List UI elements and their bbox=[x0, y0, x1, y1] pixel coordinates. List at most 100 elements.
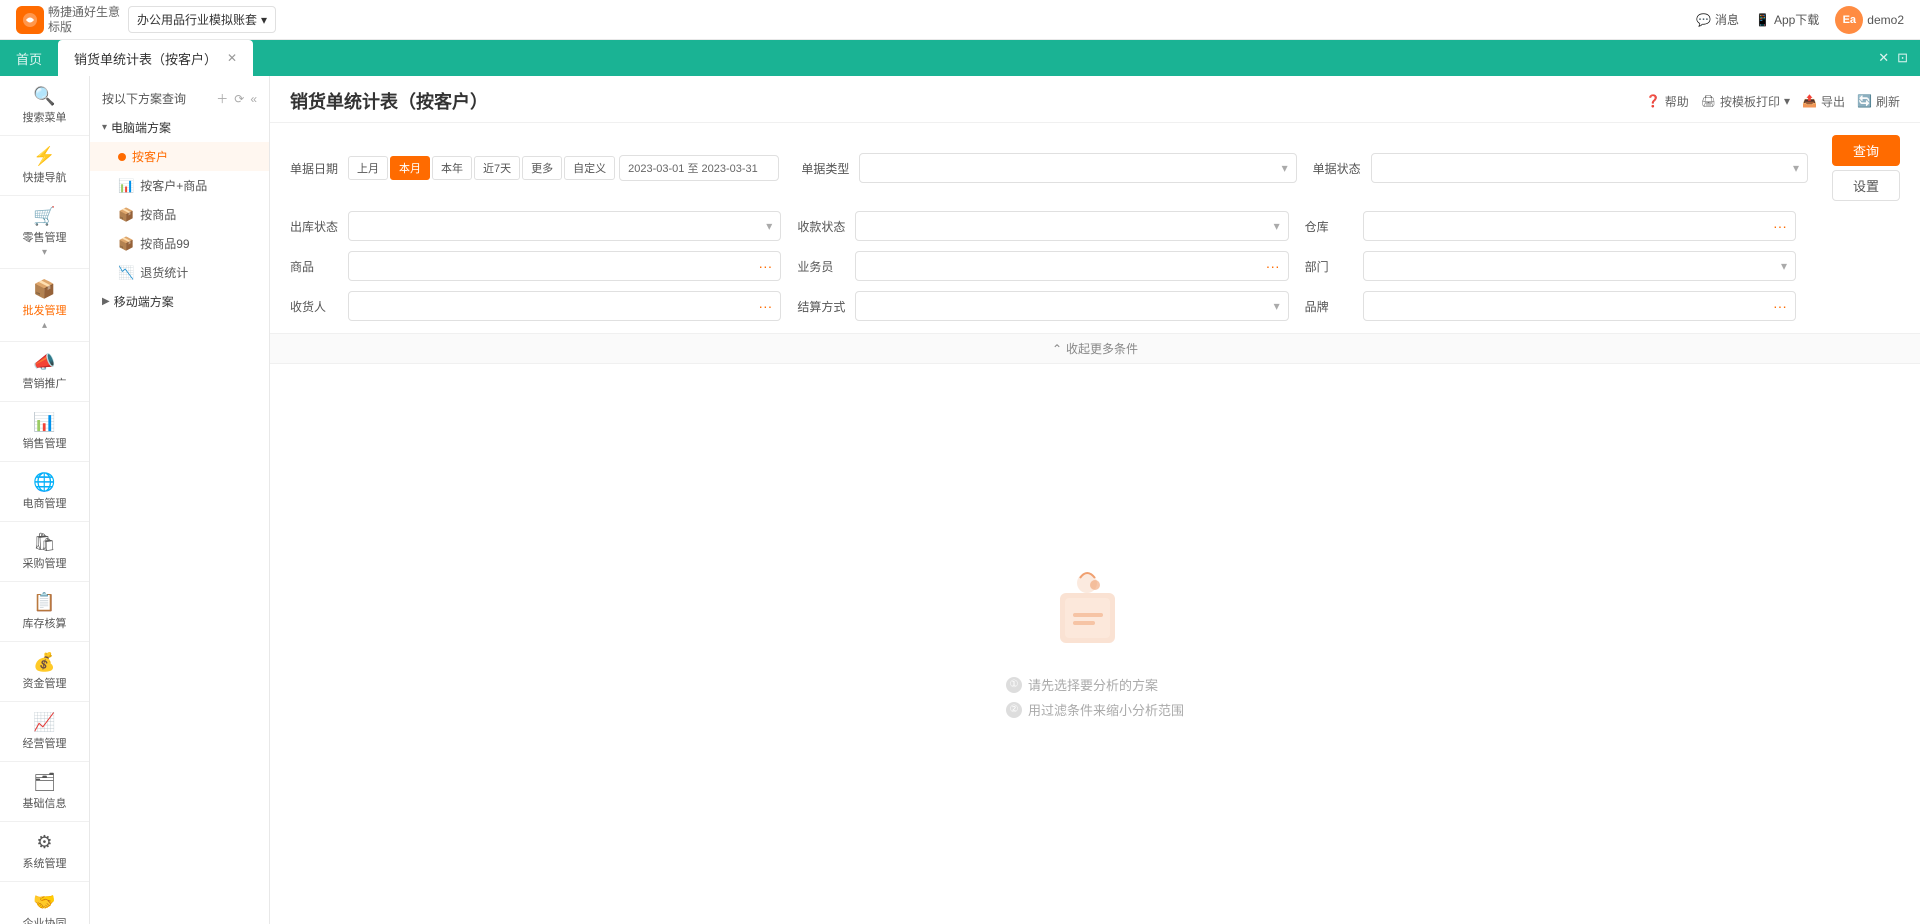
avatar: Ea bbox=[1835, 6, 1863, 34]
filter-settlement: 结算方式 bbox=[797, 291, 1288, 321]
recv-status-select[interactable] bbox=[855, 211, 1288, 241]
date-last7-btn[interactable]: 近7天 bbox=[474, 156, 520, 180]
brand-input[interactable] bbox=[1363, 291, 1796, 321]
help-button[interactable]: ❓ 帮助 bbox=[1646, 93, 1689, 110]
empty-hint-2: ② 用过滤条件来缩小分析范围 bbox=[1006, 700, 1184, 719]
action-buttons: 查询 设置 bbox=[1832, 135, 1900, 201]
refresh-scheme-button[interactable]: ⟳ bbox=[234, 92, 244, 106]
biz-icon: 📈 bbox=[33, 712, 55, 733]
retail-icon: 🛒 bbox=[33, 206, 55, 227]
top-header: 畅捷通好生意 标版 办公用品行业模拟账套 ▾ 💬 消息 📱 App下载 Ea d… bbox=[0, 0, 1920, 40]
query-button[interactable]: 查询 bbox=[1832, 135, 1900, 166]
company-dropdown[interactable]: 办公用品行业模拟账套 ▾ bbox=[128, 6, 276, 33]
refresh-button[interactable]: 🔄 刷新 bbox=[1857, 93, 1900, 110]
export-icon: 📤 bbox=[1802, 94, 1817, 108]
receiver-label: 收货人 bbox=[290, 298, 340, 315]
collapse-scheme-button[interactable]: « bbox=[250, 92, 257, 106]
date-more-btn[interactable]: 更多 bbox=[522, 156, 562, 180]
filter-row-1: 单据日期 上月 本月 本年 近7天 更多 自定义 2023-03-01 至 20… bbox=[290, 135, 1900, 201]
scheme-group-mobile-title[interactable]: ▶ 移动端方案 bbox=[90, 287, 269, 316]
filter-doc-status: 单据状态 bbox=[1313, 153, 1808, 183]
empty-illustration bbox=[1035, 563, 1155, 663]
tab-sales-stats[interactable]: 销货单统计表（按客户） ✕ bbox=[58, 40, 253, 76]
app-download-button[interactable]: 📱 App下载 bbox=[1755, 11, 1819, 28]
doc-status-label: 单据状态 bbox=[1313, 160, 1363, 177]
sidebar-item-system[interactable]: ⚙ 系统管理 bbox=[0, 822, 89, 882]
date-last-month-btn[interactable]: 上月 bbox=[348, 156, 388, 180]
date-label: 单据日期 bbox=[290, 160, 340, 177]
chevron-down-icon: ▾ bbox=[261, 13, 267, 27]
message-button[interactable]: 💬 消息 bbox=[1696, 11, 1739, 28]
sidebar-item-enterprise[interactable]: 🤝 企业协同 bbox=[0, 882, 89, 924]
salesperson-label: 业务员 bbox=[797, 258, 847, 275]
date-range-input[interactable]: 2023-03-01 至 2023-03-31 bbox=[619, 155, 779, 181]
download-icon: 📱 bbox=[1755, 13, 1770, 27]
sidebar-item-search[interactable]: 🔍 搜索菜单 bbox=[0, 76, 89, 136]
recv-status-label: 收款状态 bbox=[797, 218, 847, 235]
user-avatar-button[interactable]: Ea demo2 bbox=[1835, 6, 1904, 34]
sidebar-item-purchase[interactable]: 🛍 采购管理 bbox=[0, 522, 89, 582]
chevron-up-icon: ⌃ bbox=[1052, 342, 1062, 356]
doc-type-select[interactable] bbox=[859, 153, 1296, 183]
window-close-icon[interactable]: ✕ bbox=[1878, 50, 1889, 66]
filter-dept: 部门 bbox=[1305, 251, 1796, 281]
sidebar-item-marketing[interactable]: 📣 营销推广 bbox=[0, 342, 89, 402]
sidebar-item-finance[interactable]: 💰 资金管理 bbox=[0, 642, 89, 702]
empty-hint-1: ① 请先选择要分析的方案 bbox=[1006, 675, 1184, 694]
search-icon: 🔍 bbox=[33, 86, 55, 107]
window-expand-icon[interactable]: ⊡ bbox=[1897, 50, 1908, 66]
filter-row-2: 出库状态 收款状态 仓库 bbox=[290, 211, 1900, 241]
sidebar-item-inventory[interactable]: 📋 库存核算 bbox=[0, 582, 89, 642]
scheme-item-by-customer-goods[interactable]: 📊 按客户+商品 bbox=[90, 171, 269, 200]
sidebar-item-wholesale[interactable]: 📦 批发管理 ▴ bbox=[0, 269, 89, 342]
out-status-select[interactable] bbox=[348, 211, 781, 241]
finance-icon: 💰 bbox=[33, 652, 55, 673]
print-icon: 🖨 bbox=[1701, 94, 1716, 108]
scheme-group-desktop-title[interactable]: ▾ 电脑端方案 bbox=[90, 113, 269, 142]
brand-label: 品牌 bbox=[1305, 298, 1355, 315]
main-layout: 🔍 搜索菜单 ⚡ 快捷导航 🛒 零售管理 ▾ 📦 批发管理 ▴ 📣 营销推广 📊… bbox=[0, 76, 1920, 924]
help-icon: ❓ bbox=[1646, 94, 1661, 108]
sidebar-item-sales[interactable]: 📊 销售管理 bbox=[0, 402, 89, 462]
sidebar-item-ecom[interactable]: 🌐 电商管理 bbox=[0, 462, 89, 522]
settlement-label: 结算方式 bbox=[797, 298, 847, 315]
scheme-item-by-goods[interactable]: 📦 按商品 bbox=[90, 200, 269, 229]
sidebar-item-basic[interactable]: 🗂 基础信息 bbox=[0, 762, 89, 822]
doc-status-select[interactable] bbox=[1371, 153, 1808, 183]
chevron-up-icon: ▴ bbox=[42, 320, 47, 331]
content-area: 销货单统计表（按客户） ❓ 帮助 🖨 按模板打印 ▾ 📤 导出 🔄 刷新 bbox=[270, 76, 1920, 924]
header-right: 💬 消息 📱 App下载 Ea demo2 bbox=[1696, 6, 1904, 34]
sidebar: 🔍 搜索菜单 ⚡ 快捷导航 🛒 零售管理 ▾ 📦 批发管理 ▴ 📣 营销推广 📊… bbox=[0, 76, 90, 924]
filter-brand: 品牌 bbox=[1305, 291, 1796, 321]
tab-close-icon[interactable]: ✕ bbox=[227, 51, 237, 65]
logo-area: 畅捷通好生意 标版 bbox=[16, 5, 120, 34]
enterprise-icon: 🤝 bbox=[33, 892, 55, 913]
add-scheme-button[interactable]: ＋ bbox=[216, 90, 228, 107]
salesperson-input[interactable] bbox=[855, 251, 1288, 281]
template-print-button[interactable]: 🖨 按模板打印 ▾ bbox=[1701, 93, 1790, 110]
filter-receiver: 收货人 bbox=[290, 291, 781, 321]
collapse-bar[interactable]: ⌃ 收起更多条件 bbox=[270, 334, 1920, 364]
dept-select[interactable] bbox=[1363, 251, 1796, 281]
warehouse-input[interactable] bbox=[1363, 211, 1796, 241]
scheme-item-by-customer[interactable]: 按客户 bbox=[90, 142, 269, 171]
date-filter-control: 上月 本月 本年 近7天 更多 自定义 2023-03-01 至 2023-03… bbox=[348, 155, 785, 181]
scheme-item-by-goods99[interactable]: 📦 按商品99 bbox=[90, 229, 269, 258]
purchase-icon: 🛍 bbox=[33, 532, 56, 553]
sales-icon: 📊 bbox=[33, 412, 55, 433]
date-custom-btn[interactable]: 自定义 bbox=[564, 156, 615, 180]
scheme-item-return-stats[interactable]: 📉 退货统计 bbox=[90, 258, 269, 287]
sidebar-item-retail[interactable]: 🛒 零售管理 ▾ bbox=[0, 196, 89, 269]
settlement-select[interactable] bbox=[855, 291, 1288, 321]
sidebar-item-shortcuts[interactable]: ⚡ 快捷导航 bbox=[0, 136, 89, 196]
goods99-icon: 📦 bbox=[118, 236, 134, 252]
tab-home[interactable]: 首页 bbox=[0, 40, 58, 76]
goods-input[interactable] bbox=[348, 251, 781, 281]
export-button[interactable]: 📤 导出 bbox=[1802, 93, 1845, 110]
settings-button[interactable]: 设置 bbox=[1832, 170, 1900, 201]
receiver-input[interactable] bbox=[348, 291, 781, 321]
sidebar-item-biz[interactable]: 📈 经营管理 bbox=[0, 702, 89, 762]
inventory-icon: 📋 bbox=[33, 592, 55, 613]
date-this-month-btn[interactable]: 本月 bbox=[390, 156, 430, 180]
date-this-year-btn[interactable]: 本年 bbox=[432, 156, 472, 180]
